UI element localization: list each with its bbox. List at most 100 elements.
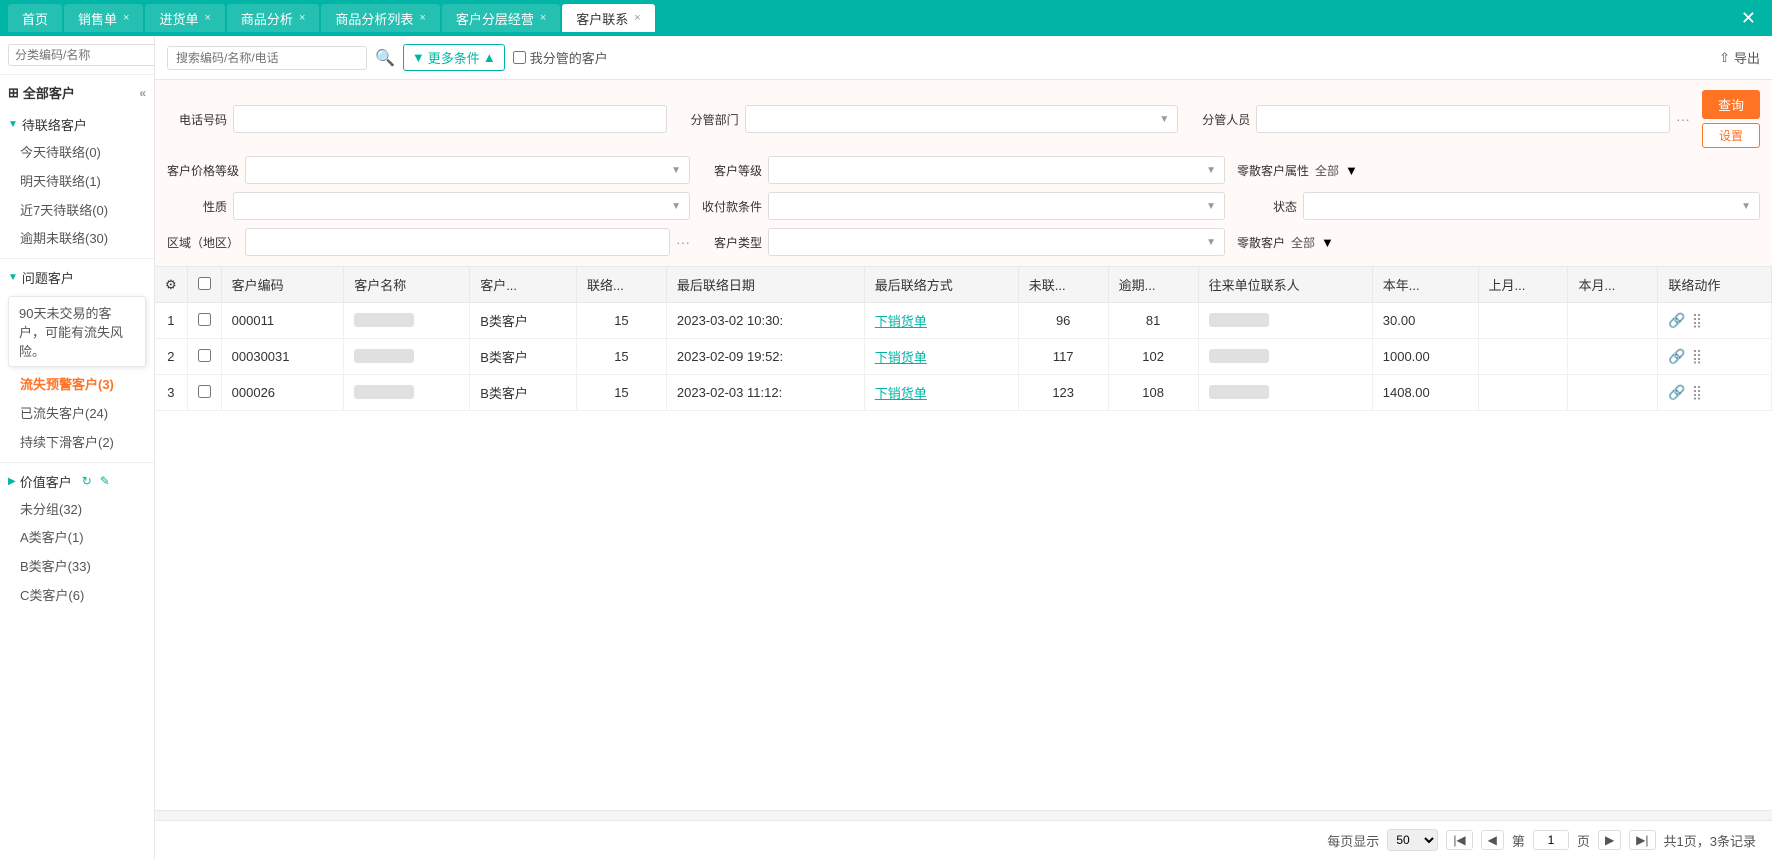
first-page-button[interactable]: |◀: [1446, 830, 1472, 850]
tab-sales[interactable]: 销售单 ×: [64, 4, 143, 32]
sidebar-item-today[interactable]: 今天待联络(0): [0, 139, 154, 168]
person-more-icon[interactable]: ···: [1676, 111, 1690, 127]
row-checkbox[interactable]: [187, 375, 221, 411]
row-action-link-icon[interactable]: 🔗: [1668, 384, 1685, 401]
close-tab-customer-contact[interactable]: ×: [634, 12, 640, 24]
sidebar-item-churn-warning[interactable]: 流失预警客户(3): [0, 371, 154, 400]
sidebar-item-tomorrow[interactable]: 明天待联络(1): [0, 168, 154, 197]
scrollbar[interactable]: [155, 810, 1772, 820]
row-action-more-icon[interactable]: ⣿: [1692, 312, 1702, 329]
col-checkbox[interactable]: [187, 267, 221, 303]
col-last-month[interactable]: 上月...: [1478, 267, 1568, 303]
payment-label: 收付款条件: [702, 198, 762, 215]
export-icon: ⇧: [1719, 50, 1730, 66]
filter-search-button[interactable]: 🔍: [375, 48, 395, 68]
close-tab-product-list[interactable]: ×: [419, 12, 425, 24]
global-close-button[interactable]: ✕: [1733, 8, 1764, 29]
filter-dept: 分管部门 ▼: [679, 105, 1179, 133]
row-select-checkbox[interactable]: [198, 349, 211, 362]
row-checkbox[interactable]: [187, 303, 221, 339]
tab-customer-contact[interactable]: 客户联系 ×: [562, 4, 654, 32]
tab-home[interactable]: 首页: [8, 4, 62, 32]
tab-product-analysis[interactable]: 商品分析 ×: [227, 4, 319, 32]
tab-purchase[interactable]: 进货单 ×: [145, 4, 224, 32]
close-tab-product-analysis[interactable]: ×: [299, 12, 305, 24]
group-problem-customers[interactable]: ▼ 问题客户: [0, 263, 154, 292]
close-tab-sales[interactable]: ×: [123, 12, 129, 24]
next-page-button[interactable]: ▶: [1598, 830, 1621, 850]
prev-page-button[interactable]: ◀: [1481, 830, 1504, 850]
col-unit-contact[interactable]: 往来单位联系人: [1198, 267, 1372, 303]
tab-product-list[interactable]: 商品分析列表 ×: [321, 4, 439, 32]
group-value-customers[interactable]: ▶ 价值客户 ↻ ✎: [0, 467, 154, 496]
nature-label: 性质: [167, 198, 227, 215]
customer-type-select[interactable]: ▼: [768, 228, 1225, 256]
group-value-label: 价值客户: [20, 472, 72, 491]
row-last-type[interactable]: 下销货单: [864, 375, 1018, 411]
sidebar-item-churned[interactable]: 已流失客户(24): [0, 400, 154, 429]
region-input[interactable]: [245, 228, 670, 256]
row-select-checkbox[interactable]: [198, 385, 211, 398]
all-customers-label: 全部客户: [23, 83, 75, 102]
person-input[interactable]: [1256, 105, 1670, 133]
sidebar-item-class-a[interactable]: A类客户(1): [0, 524, 154, 553]
sidebar-search-input[interactable]: [8, 44, 155, 66]
filter-payment: 收付款条件 ▼: [702, 192, 1225, 220]
col-last-type[interactable]: 最后联络方式: [864, 267, 1018, 303]
last-page-button[interactable]: ▶|: [1629, 830, 1655, 850]
col-this-month[interactable]: 本月...: [1568, 267, 1658, 303]
sidebar-item-overdue[interactable]: 逾期未联络(30): [0, 225, 154, 254]
page-label: 第: [1512, 831, 1525, 850]
col-this-year[interactable]: 本年...: [1372, 267, 1478, 303]
close-tab-purchase[interactable]: ×: [204, 12, 210, 24]
customer-level-select[interactable]: ▼: [768, 156, 1225, 184]
col-code[interactable]: 客户编码: [221, 267, 344, 303]
group-pending-contact[interactable]: ▼ 待联络客户: [0, 110, 154, 139]
col-contact-count[interactable]: 联络...: [576, 267, 666, 303]
col-overdue[interactable]: 逾期...: [1108, 267, 1198, 303]
sidebar-item-declining[interactable]: 持续下滑客户(2): [0, 429, 154, 458]
row-last-type[interactable]: 下销货单: [864, 303, 1018, 339]
col-settings[interactable]: ⚙: [155, 267, 187, 303]
filter-status: 状态 ▼: [1237, 192, 1760, 220]
col-last-date[interactable]: 最后联络日期: [666, 267, 864, 303]
nature-chevron-icon: ▼: [671, 201, 681, 212]
more-conditions-button[interactable]: ▼ 更多条件 ▲: [403, 44, 505, 71]
my-customers-checkbox-label[interactable]: 我分管的客户: [513, 48, 608, 67]
phone-input[interactable]: [233, 105, 667, 133]
region-more-icon[interactable]: ···: [676, 234, 690, 250]
nature-select[interactable]: ▼: [233, 192, 690, 220]
row-checkbox[interactable]: [187, 339, 221, 375]
dept-select[interactable]: ▼: [745, 105, 1179, 133]
group-pending-label: 待联络客户: [22, 115, 87, 134]
row-last-type[interactable]: 下销货单: [864, 339, 1018, 375]
col-uncontacted[interactable]: 未联...: [1018, 267, 1108, 303]
my-customers-checkbox[interactable]: [513, 51, 526, 64]
sidebar-item-class-b[interactable]: B类客户(33): [0, 553, 154, 582]
price-level-select[interactable]: ▼: [245, 156, 690, 184]
export-button[interactable]: ⇧ 导出: [1719, 48, 1760, 67]
sidebar-item-7days[interactable]: 近7天待联络(0): [0, 197, 154, 226]
close-tab-customer-tier[interactable]: ×: [540, 12, 546, 24]
refresh-icon[interactable]: ↻: [82, 474, 92, 488]
row-action-more-icon[interactable]: ⣿: [1692, 384, 1702, 401]
row-action-more-icon[interactable]: ⣿: [1692, 348, 1702, 365]
payment-select[interactable]: ▼: [768, 192, 1225, 220]
col-level[interactable]: 客户...: [470, 267, 577, 303]
sidebar-item-ungrouped[interactable]: 未分组(32): [0, 496, 154, 525]
filter-search-input[interactable]: [167, 46, 367, 70]
settings-button[interactable]: 设置: [1702, 123, 1760, 148]
query-button[interactable]: 查询: [1702, 90, 1760, 119]
page-input[interactable]: [1533, 830, 1569, 850]
row-select-checkbox[interactable]: [198, 313, 211, 326]
row-action-link-icon[interactable]: 🔗: [1668, 348, 1685, 365]
col-name[interactable]: 客户名称: [344, 267, 470, 303]
tab-customer-tier[interactable]: 客户分层经营 ×: [442, 4, 560, 32]
sidebar-all-customers[interactable]: ⊞ 全部客户 «: [0, 75, 154, 110]
sidebar-item-class-c[interactable]: C类客户(6): [0, 582, 154, 611]
row-action-link-icon[interactable]: 🔗: [1668, 312, 1685, 329]
edit-icon[interactable]: ✎: [100, 474, 110, 488]
select-all-checkbox[interactable]: [198, 277, 211, 290]
per-page-select[interactable]: 50 100: [1387, 829, 1438, 851]
status-select[interactable]: ▼: [1303, 192, 1760, 220]
